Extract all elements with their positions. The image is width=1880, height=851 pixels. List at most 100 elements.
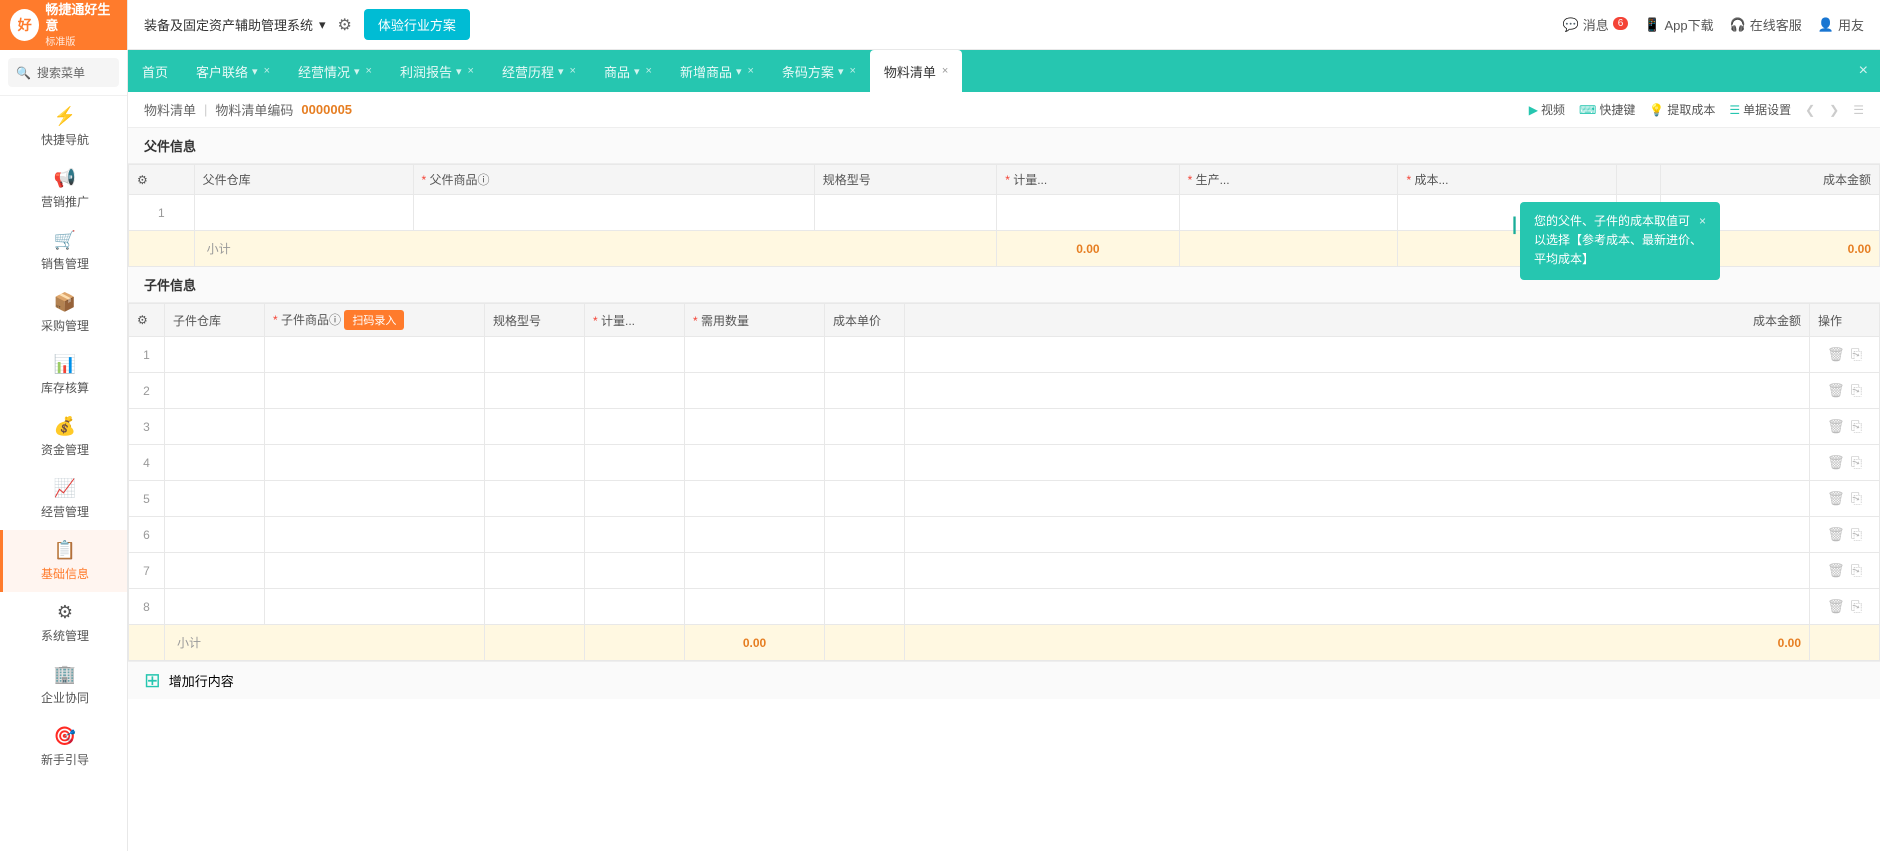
child-cell-spec-1[interactable] <box>485 337 585 373</box>
nav-grid-icon[interactable]: ☰ <box>1853 103 1864 117</box>
nav-tab-profit-report[interactable]: 利润报告▾× <box>386 50 488 92</box>
delete-icon-1[interactable]: 🗑 <box>1827 346 1845 363</box>
nav-tab-close-goods[interactable]: × <box>646 65 652 77</box>
parent-cell-warehouse[interactable] <box>194 195 413 231</box>
child-cell-goods-1[interactable] <box>265 337 485 373</box>
delete-icon-8[interactable]: 🗑 <box>1827 598 1845 615</box>
nav-tab-close-bom[interactable]: × <box>942 65 948 77</box>
child-cell-qty-8[interactable] <box>685 589 825 625</box>
parent-cell-spec[interactable] <box>814 195 996 231</box>
child-cell-spec-5[interactable] <box>485 481 585 517</box>
delete-icon-3[interactable]: 🗑 <box>1827 418 1845 435</box>
child-cell-qty-4[interactable] <box>685 445 825 481</box>
sidebar-item-quick-nav[interactable]: ⚡快捷导航 <box>0 96 127 158</box>
child-cell-unit-cost-7[interactable] <box>825 553 905 589</box>
nav-tab-close-barcode[interactable]: × <box>849 65 855 77</box>
nav-tab-barcode[interactable]: 条码方案▾× <box>768 50 870 92</box>
nav-close-all-btn[interactable]: × <box>1847 62 1880 80</box>
nav-tab-add-goods[interactable]: 新增商品▾× <box>666 50 768 92</box>
tooltip-close-btn[interactable]: × <box>1699 212 1706 231</box>
child-cell-unit-4[interactable] <box>585 445 685 481</box>
sidebar-item-guide[interactable]: 🎯新手引导 <box>0 716 127 778</box>
child-cell-goods-3[interactable] <box>265 409 485 445</box>
nav-tab-close-operations-status[interactable]: × <box>366 65 372 77</box>
copy-icon-4[interactable]: ⎘ <box>1851 454 1862 471</box>
delete-icon-2[interactable]: 🗑 <box>1827 382 1845 399</box>
copy-icon-8[interactable]: ⎘ <box>1851 598 1862 615</box>
child-cell-qty-2[interactable] <box>685 373 825 409</box>
child-cell-spec-2[interactable] <box>485 373 585 409</box>
child-cell-cost-amount-2[interactable] <box>905 373 1810 409</box>
child-cell-unit-cost-5[interactable] <box>825 481 905 517</box>
child-cell-qty-1[interactable] <box>685 337 825 373</box>
child-cell-cost-amount-6[interactable] <box>905 517 1810 553</box>
child-cell-unit-cost-2[interactable] <box>825 373 905 409</box>
child-cell-spec-4[interactable] <box>485 445 585 481</box>
sidebar-item-sales[interactable]: 🛒销售管理 <box>0 220 127 282</box>
parent-cell-unit[interactable] <box>997 195 1179 231</box>
child-cell-goods-6[interactable] <box>265 517 485 553</box>
child-cell-warehouse-3[interactable] <box>165 409 265 445</box>
add-row-icon[interactable]: ⊞ <box>144 668 161 693</box>
child-cell-spec-3[interactable] <box>485 409 585 445</box>
sidebar-item-basic-info[interactable]: 📋基础信息 <box>0 530 127 592</box>
copy-icon-3[interactable]: ⎘ <box>1851 418 1862 435</box>
child-cell-unit-cost-8[interactable] <box>825 589 905 625</box>
child-cell-warehouse-1[interactable] <box>165 337 265 373</box>
view-video-btn[interactable]: ▶ 视频 <box>1529 101 1565 118</box>
child-cell-unit-cost-3[interactable] <box>825 409 905 445</box>
delete-icon-6[interactable]: 🗑 <box>1827 526 1845 543</box>
child-cell-unit-cost-6[interactable] <box>825 517 905 553</box>
child-cell-warehouse-6[interactable] <box>165 517 265 553</box>
nav-tab-close-ops-history[interactable]: × <box>570 65 576 77</box>
shortcut-btn[interactable]: ⌨ 快捷键 <box>1579 101 1635 118</box>
child-cell-qty-3[interactable] <box>685 409 825 445</box>
child-cell-cost-amount-1[interactable] <box>905 337 1810 373</box>
child-cell-qty-6[interactable] <box>685 517 825 553</box>
child-cell-warehouse-7[interactable] <box>165 553 265 589</box>
parent-col-gear[interactable]: ⚙ <box>129 165 195 195</box>
child-cell-spec-8[interactable] <box>485 589 585 625</box>
message-item[interactable]: 💬 消息 6 <box>1563 15 1629 34</box>
nav-tab-ops-history[interactable]: 经营历程▾× <box>488 50 590 92</box>
delete-icon-7[interactable]: 🗑 <box>1827 562 1845 579</box>
copy-icon-6[interactable]: ⎘ <box>1851 526 1862 543</box>
nav-tab-operations-status[interactable]: 经营情况▾× <box>284 50 386 92</box>
nav-tab-customer[interactable]: 客户联络▾× <box>182 50 284 92</box>
search-menu-button[interactable]: 🔍 搜索菜单 <box>8 58 119 87</box>
child-cell-unit-7[interactable] <box>585 553 685 589</box>
copy-icon-7[interactable]: ⎘ <box>1851 562 1862 579</box>
user-item[interactable]: 👤 用友 <box>1818 15 1864 34</box>
nav-tab-home[interactable]: 首页 <box>128 50 182 92</box>
sidebar-item-operations[interactable]: 📈经营管理 <box>0 468 127 530</box>
child-cell-unit-6[interactable] <box>585 517 685 553</box>
child-cell-spec-7[interactable] <box>485 553 585 589</box>
parent-cell-production[interactable] <box>1179 195 1398 231</box>
child-cell-cost-amount-7[interactable] <box>905 553 1810 589</box>
child-cell-cost-amount-8[interactable] <box>905 589 1810 625</box>
child-cell-unit-8[interactable] <box>585 589 685 625</box>
child-cell-cost-amount-3[interactable] <box>905 409 1810 445</box>
trial-btn[interactable]: 体验行业方案 <box>364 9 470 40</box>
delete-icon-4[interactable]: 🗑 <box>1827 454 1845 471</box>
child-cell-cost-amount-5[interactable] <box>905 481 1810 517</box>
child-cell-goods-7[interactable] <box>265 553 485 589</box>
online-service-item[interactable]: 🎧 在线客服 <box>1730 15 1802 34</box>
topbar-gear-icon[interactable]: ⚙ <box>338 15 352 35</box>
child-cell-warehouse-8[interactable] <box>165 589 265 625</box>
extract-cost-btn[interactable]: 💡 提取成本 <box>1649 101 1715 118</box>
sidebar-item-inventory[interactable]: 📊库存核算 <box>0 344 127 406</box>
sidebar-item-finance[interactable]: 💰资金管理 <box>0 406 127 468</box>
child-cell-unit-2[interactable] <box>585 373 685 409</box>
child-cell-spec-6[interactable] <box>485 517 585 553</box>
delete-icon-5[interactable]: 🗑 <box>1827 490 1845 507</box>
child-cell-goods-4[interactable] <box>265 445 485 481</box>
copy-icon-2[interactable]: ⎘ <box>1851 382 1862 399</box>
sidebar-item-purchase[interactable]: 📦采购管理 <box>0 282 127 344</box>
sidebar-item-marketing[interactable]: 📢营销推广 <box>0 158 127 220</box>
sidebar-item-system[interactable]: ⚙系统管理 <box>0 592 127 654</box>
nav-tab-goods[interactable]: 商品▾× <box>590 50 666 92</box>
child-cell-cost-amount-4[interactable] <box>905 445 1810 481</box>
child-cell-warehouse-4[interactable] <box>165 445 265 481</box>
child-cell-goods-5[interactable] <box>265 481 485 517</box>
